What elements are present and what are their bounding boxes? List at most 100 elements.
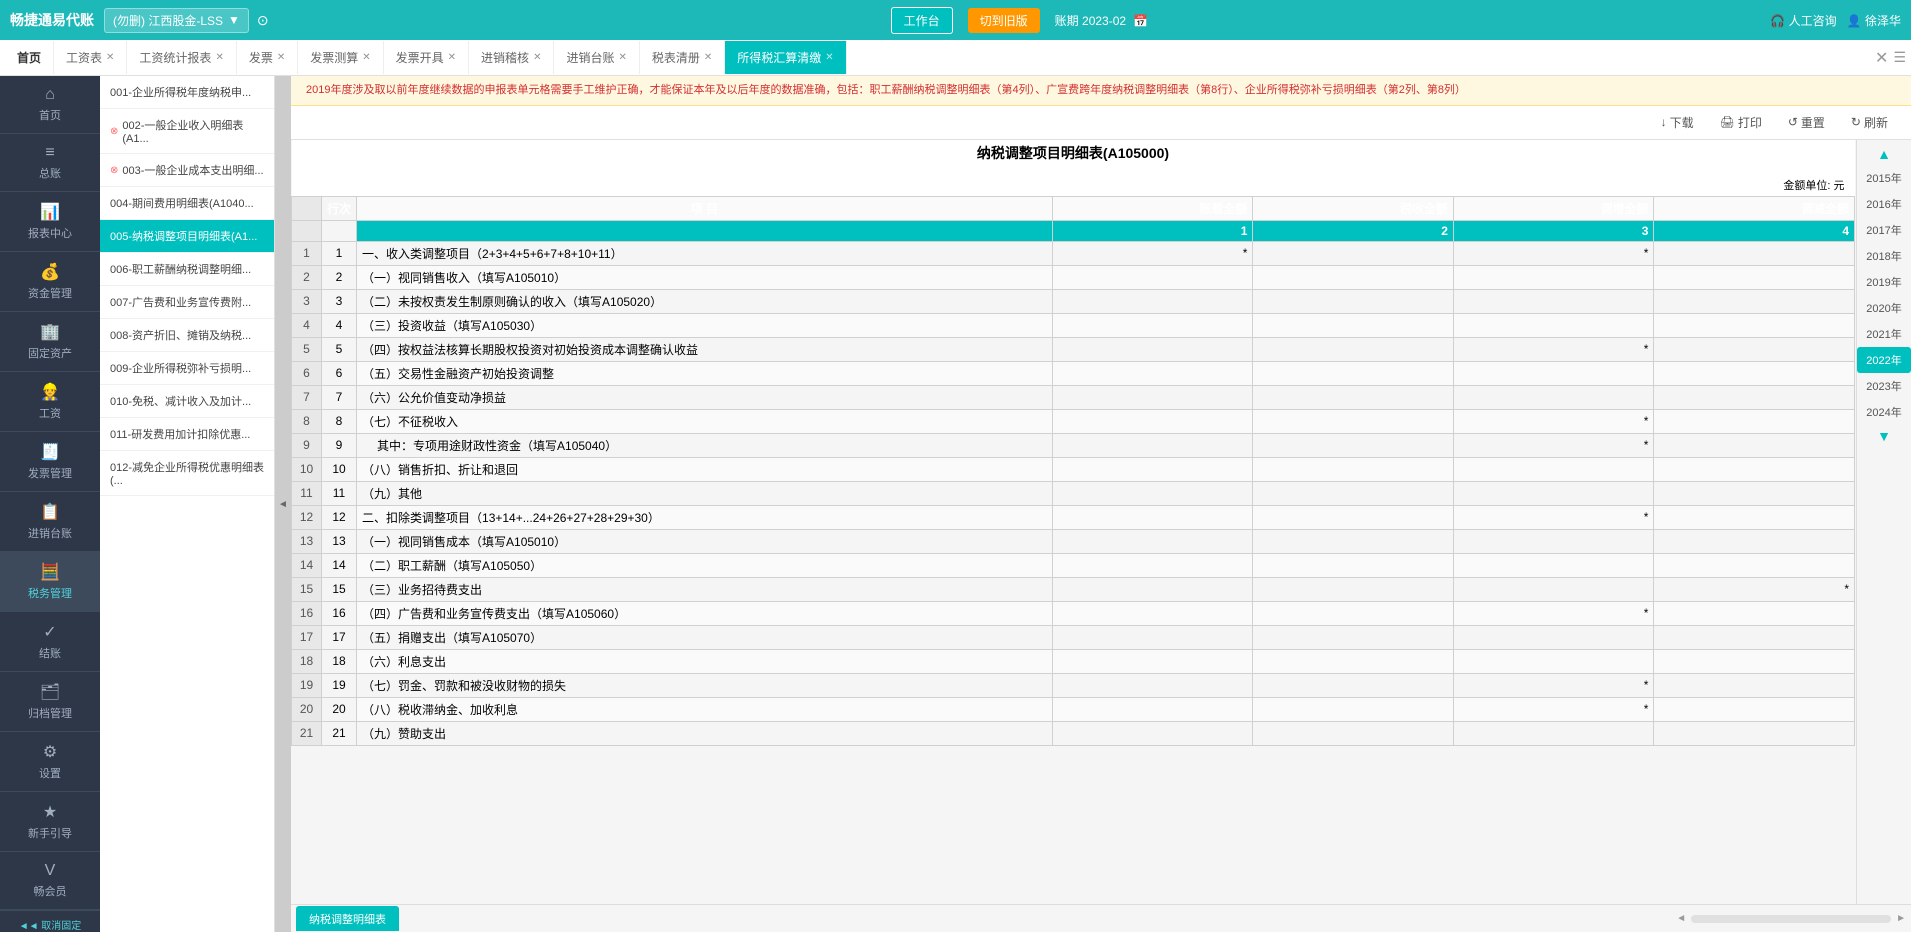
workbench-button[interactable]: 工作台	[891, 7, 953, 34]
year-2024[interactable]: 2024年	[1857, 399, 1911, 425]
c2-cell[interactable]	[1253, 553, 1454, 577]
table-row[interactable]: 8 8 （七）不征税收入 *	[292, 409, 1855, 433]
left-panel-item-002[interactable]: ⊗ 002-一般企业收入明细表(A1...	[100, 109, 274, 154]
sidebar-item-member[interactable]: V 畅会员	[0, 852, 100, 910]
left-panel-item-008[interactable]: 008-资产折旧、摊销及纳税...	[100, 319, 274, 352]
c1-cell[interactable]	[1052, 361, 1253, 385]
c1-cell[interactable]	[1052, 457, 1253, 481]
c2-cell[interactable]	[1253, 337, 1454, 361]
close-icon[interactable]: ✕	[618, 52, 626, 63]
sidebar-item-checkout[interactable]: ✓ 结账	[0, 612, 100, 672]
item-cell[interactable]: （五）捐赠支出（填写A105070）	[357, 625, 1053, 649]
table-row[interactable]: 17 17 （五）捐赠支出（填写A105070）	[292, 625, 1855, 649]
c2-cell[interactable]	[1253, 577, 1454, 601]
c4-cell[interactable]	[1654, 241, 1855, 265]
table-row[interactable]: 19 19 （七）罚金、罚款和被没收财物的损失 *	[292, 673, 1855, 697]
c3-cell[interactable]	[1453, 553, 1654, 577]
tab-invoice[interactable]: 发票 ✕	[237, 41, 298, 74]
download-button[interactable]: ↓ 下载	[1653, 111, 1702, 134]
c2-cell[interactable]	[1253, 697, 1454, 721]
item-cell[interactable]: 其中：专项用途财政性资金（填写A105040）	[357, 433, 1053, 457]
scroll-right-icon[interactable]: ►	[1896, 913, 1906, 924]
c4-cell[interactable]	[1654, 673, 1855, 697]
left-panel-item-012[interactable]: 012-减免企业所得税优惠明细表(...	[100, 451, 274, 496]
year-2021[interactable]: 2021年	[1857, 321, 1911, 347]
c1-cell[interactable]	[1052, 697, 1253, 721]
refresh-button[interactable]: ↻ 刷新	[1843, 111, 1896, 134]
c1-cell[interactable]	[1052, 481, 1253, 505]
tab-invoice-in[interactable]: 进销稽核 ✕	[469, 41, 554, 74]
c4-cell[interactable]	[1654, 697, 1855, 721]
c4-cell[interactable]	[1654, 337, 1855, 361]
c4-cell[interactable]	[1654, 721, 1855, 745]
c1-cell[interactable]	[1052, 337, 1253, 361]
table-row[interactable]: 14 14 （二）职工薪酬（填写A105050）	[292, 553, 1855, 577]
reset-button[interactable]: ↺ 重置	[1780, 111, 1833, 134]
year-2019[interactable]: 2019年	[1857, 269, 1911, 295]
c1-cell[interactable]	[1052, 625, 1253, 649]
left-panel-item-004[interactable]: 004-期间费用明细表(A1040...	[100, 187, 274, 220]
horizontal-scrollbar[interactable]	[1691, 915, 1891, 923]
left-panel-item-011[interactable]: 011-研发费用加计扣除优惠...	[100, 418, 274, 451]
c2-cell[interactable]	[1253, 241, 1454, 265]
year-2017[interactable]: 2017年	[1857, 217, 1911, 243]
c2-cell[interactable]	[1253, 505, 1454, 529]
c3-cell[interactable]: *	[1453, 241, 1654, 265]
c4-cell[interactable]	[1654, 601, 1855, 625]
c2-cell[interactable]	[1253, 313, 1454, 337]
tab-salary-stat[interactable]: 工资统计报表 ✕	[127, 41, 236, 74]
c2-cell[interactable]	[1253, 625, 1454, 649]
c4-cell[interactable]	[1654, 289, 1855, 313]
c3-cell[interactable]	[1453, 361, 1654, 385]
table-row[interactable]: 15 15 （三）业务招待费支出 *	[292, 577, 1855, 601]
table-row[interactable]: 7 7 （六）公允价值变动净损益	[292, 385, 1855, 409]
table-row[interactable]: 1 1 一、收入类调整项目（2+3+4+5+6+7+8+10+11） * *	[292, 241, 1855, 265]
item-cell[interactable]: 一、收入类调整项目（2+3+4+5+6+7+8+10+11）	[357, 241, 1053, 265]
table-row[interactable]: 11 11 （九）其他	[292, 481, 1855, 505]
tab-salary[interactable]: 工资表 ✕	[54, 41, 127, 74]
c2-cell[interactable]	[1253, 385, 1454, 409]
c4-cell[interactable]	[1654, 649, 1855, 673]
table-row[interactable]: 2 2 （一）视同销售收入（填写A105010）	[292, 265, 1855, 289]
c3-cell[interactable]	[1453, 457, 1654, 481]
sidebar-item-tax-mgmt[interactable]: 🧮 税务管理	[0, 552, 100, 612]
year-2020[interactable]: 2020年	[1857, 295, 1911, 321]
c3-cell[interactable]	[1453, 649, 1654, 673]
collapse-button[interactable]: ◄	[275, 76, 291, 932]
c4-cell[interactable]	[1654, 313, 1855, 337]
item-cell[interactable]: （四）按权益法核算长期股权投资对初始投资成本调整确认收益	[357, 337, 1053, 361]
sidebar-item-fixed-asset[interactable]: 🏢 固定资产	[0, 312, 100, 372]
c1-cell[interactable]	[1052, 529, 1253, 553]
c3-cell[interactable]	[1453, 721, 1654, 745]
table-row[interactable]: 21 21 （九）赞助支出	[292, 721, 1855, 745]
c4-cell[interactable]	[1654, 361, 1855, 385]
item-cell[interactable]: （七）不征税收入	[357, 409, 1053, 433]
c4-cell[interactable]	[1654, 385, 1855, 409]
tab-menu-icon[interactable]: ☰	[1893, 49, 1906, 66]
year-2015[interactable]: 2015年	[1857, 165, 1911, 191]
c1-cell[interactable]	[1052, 601, 1253, 625]
c3-cell[interactable]: *	[1453, 505, 1654, 529]
item-cell[interactable]: （四）广告费和业务宣传费支出（填写A105060）	[357, 601, 1053, 625]
print-button[interactable]: 🖨 打印	[1712, 111, 1770, 134]
c3-cell[interactable]	[1453, 265, 1654, 289]
c1-cell[interactable]	[1052, 721, 1253, 745]
table-row[interactable]: 20 20 （八）税收滞纳金、加收利息 *	[292, 697, 1855, 721]
item-cell[interactable]: （七）罚金、罚款和被没收财物的损失	[357, 673, 1053, 697]
sidebar-item-invoice-mgmt[interactable]: 🧾 发票管理	[0, 432, 100, 492]
c2-cell[interactable]	[1253, 361, 1454, 385]
c2-cell[interactable]	[1253, 601, 1454, 625]
c3-cell[interactable]	[1453, 385, 1654, 409]
sidebar-item-sales-ledger[interactable]: 📋 进销台账	[0, 492, 100, 552]
sidebar-item-settings[interactable]: ⚙ 设置	[0, 732, 100, 792]
c2-cell[interactable]	[1253, 433, 1454, 457]
c1-cell[interactable]	[1052, 433, 1253, 457]
spreadsheet-container[interactable]: ▲ 2015年 2016年 2017年 2018年 2019年 2020年 20…	[291, 140, 1911, 905]
close-icon[interactable]: ✕	[362, 52, 370, 63]
c1-cell[interactable]	[1052, 289, 1253, 313]
tab-invoice-open[interactable]: 发票开具 ✕	[384, 41, 469, 74]
c4-cell[interactable]	[1654, 481, 1855, 505]
year-down-icon[interactable]: ▼	[1874, 425, 1894, 447]
c3-cell[interactable]	[1453, 529, 1654, 553]
left-panel-item-003[interactable]: ⊗ 003-一般企业成本支出明细...	[100, 154, 274, 187]
